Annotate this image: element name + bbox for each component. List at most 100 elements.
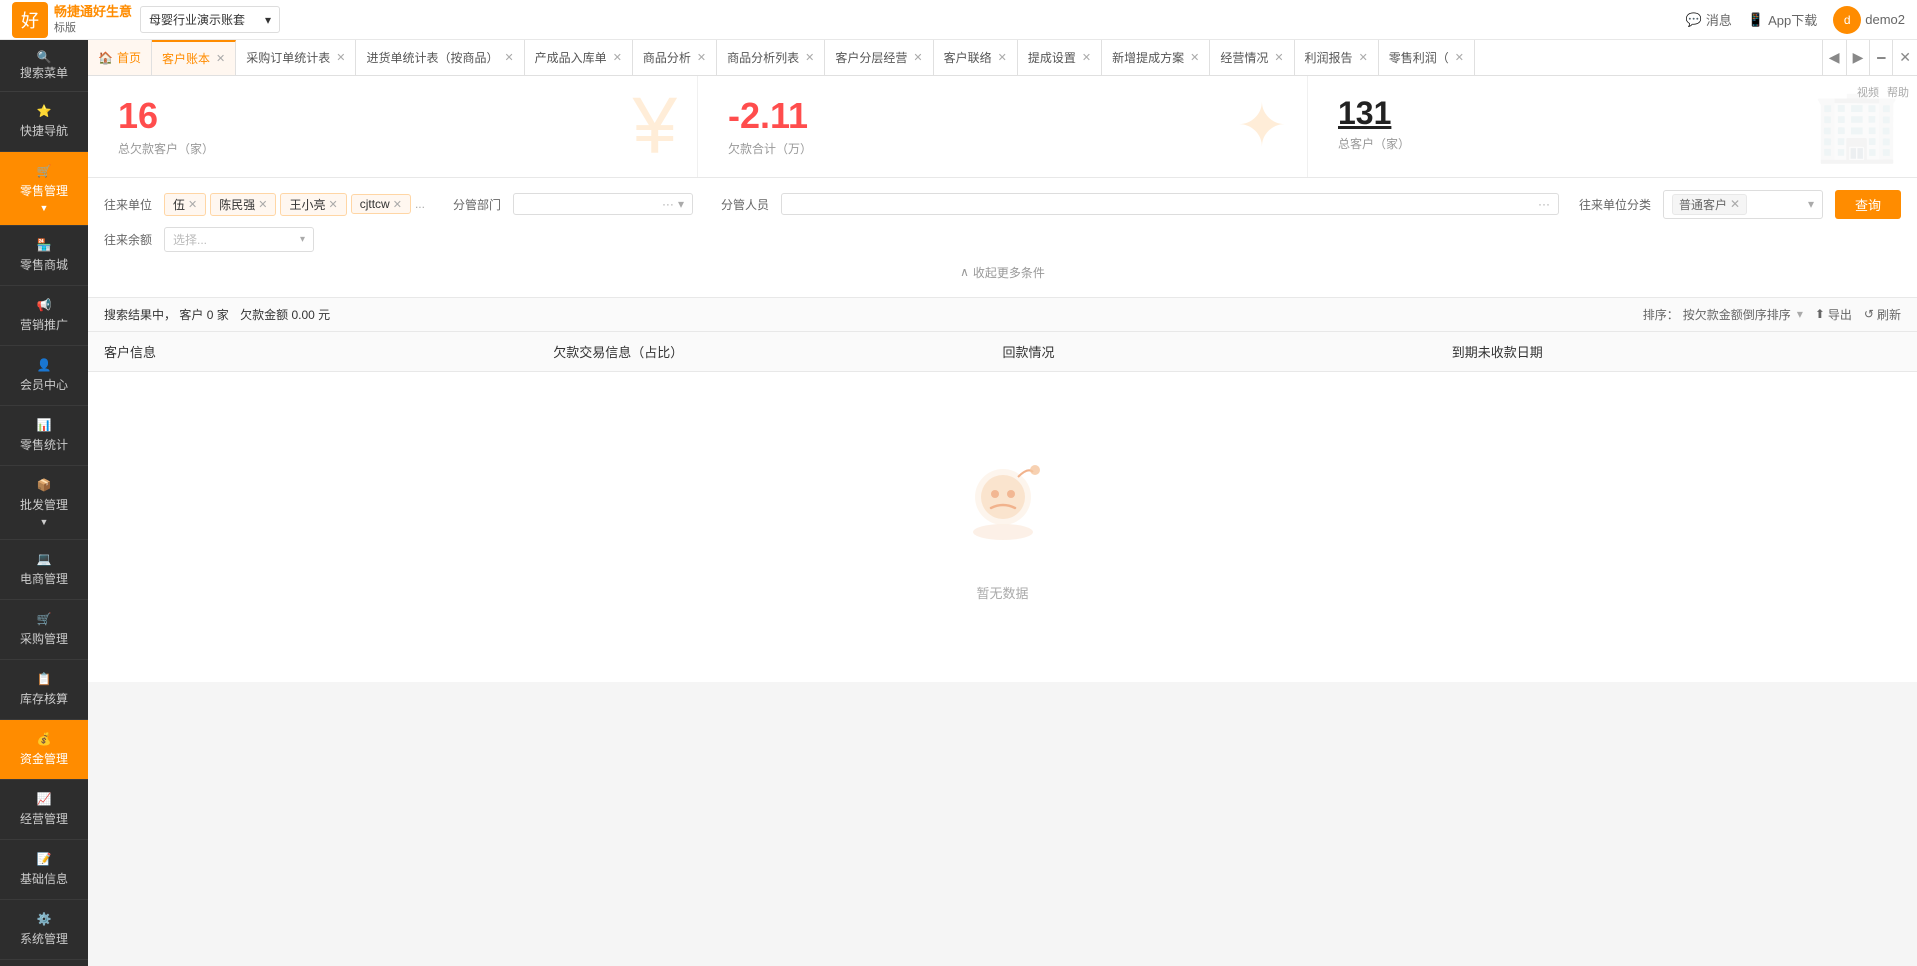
tab-customer-account[interactable]: 客户账本 ✕: [152, 40, 236, 76]
sidebar-item-capital[interactable]: 💰 资金管理: [0, 720, 88, 780]
query-button[interactable]: 查询: [1835, 190, 1901, 219]
tab-customer-contact[interactable]: 客户联络 ✕: [934, 40, 1018, 76]
filter-tag-cj: cjttcw ✕: [351, 194, 411, 214]
close-icon[interactable]: ✕: [613, 51, 622, 64]
dept-select[interactable]: ··· ▾: [513, 193, 693, 215]
unit-filter-label: 往来单位: [104, 196, 152, 213]
close-icon[interactable]: ✕: [1190, 51, 1199, 64]
tab-home[interactable]: 🏠 首页: [88, 40, 152, 76]
refresh-icon: ↺: [1864, 307, 1874, 321]
result-info: 搜索结果中， 客户 0 家 欠款金额 0.00 元: [104, 306, 330, 323]
close-icon[interactable]: ✕: [1274, 51, 1283, 64]
tab-product-analysis-list[interactable]: 商品分析列表 ✕: [717, 40, 825, 76]
stat-card-debt-total: ✦ -2.11 欠款合计（万）: [698, 76, 1308, 177]
close-icon[interactable]: ✕: [913, 51, 922, 64]
tab-operation-status[interactable]: 经营情况 ✕: [1210, 40, 1294, 76]
sort-select[interactable]: 排序： 按欠款金额倒序排序 ▾: [1643, 306, 1803, 323]
close-icon[interactable]: ✕: [504, 51, 513, 64]
balance-select[interactable]: 选择... ▾: [164, 227, 314, 252]
sidebar-item-enterprise-collab[interactable]: 🤝 企业协同: [0, 960, 88, 966]
close-icon[interactable]: ✕: [998, 51, 1007, 64]
tab-stock-stats[interactable]: 进货单统计表（按商品） ✕: [356, 40, 524, 76]
tab-next-button[interactable]: ▶: [1846, 40, 1870, 76]
sidebar-item-inventory[interactable]: 📋 库存核算: [0, 660, 88, 720]
close-icon[interactable]: ✕: [336, 51, 345, 64]
avatar: d: [1833, 6, 1861, 34]
sidebar-item-retail-mall[interactable]: 🏪 零售商城: [0, 226, 88, 286]
remove-tag-wang[interactable]: ✕: [329, 198, 338, 211]
message-icon: 💬: [1686, 12, 1702, 28]
unit-type-arrow: ▾: [1808, 197, 1814, 211]
close-icon[interactable]: ✕: [697, 51, 706, 64]
sidebar-item-system[interactable]: ⚙️ 系统管理: [0, 900, 88, 960]
export-button[interactable]: ⬆ 导出: [1815, 306, 1852, 323]
close-icon[interactable]: ✕: [1359, 51, 1368, 64]
stat-value-debtors: 16: [118, 96, 158, 136]
close-icon[interactable]: ✕: [805, 51, 814, 64]
app-download-button[interactable]: 📱 App下载: [1748, 10, 1817, 29]
tab-profit-report[interactable]: 利润报告 ✕: [1295, 40, 1379, 76]
video-link[interactable]: 视频: [1857, 84, 1879, 100]
more-tags-button[interactable]: ...: [415, 197, 425, 211]
table-col-repay: 回款情况: [1003, 342, 1452, 361]
filter-tags-unit: 伍 ✕ 陈民强 ✕ 王小亮 ✕ cjttcw ✕: [164, 193, 425, 216]
sidebar-item-ecommerce[interactable]: 💻 电商管理: [0, 540, 88, 600]
close-icon[interactable]: ✕: [1082, 51, 1091, 64]
messages-button[interactable]: 💬 消息: [1686, 10, 1732, 29]
help-link[interactable]: 帮助: [1887, 84, 1909, 100]
unit-type-tag: 普通客户 ✕: [1672, 194, 1747, 215]
mall-icon: 🏪: [37, 238, 52, 252]
collapse-button[interactable]: ∧ 收起更多条件: [104, 260, 1901, 285]
tab-new-raise-plan[interactable]: 新增提成方案 ✕: [1102, 40, 1210, 76]
topbar: 好 畅捷通好生意 标版 母婴行业演示账套 ▾ 💬 消息 📱 App下载 d de…: [0, 0, 1917, 40]
unit-type-select[interactable]: 普通客户 ✕ ▾: [1663, 190, 1823, 219]
person-select[interactable]: ···: [781, 193, 1559, 215]
filter-area: 往来单位 伍 ✕ 陈民强 ✕ 王小亮 ✕: [88, 178, 1917, 298]
topbar-left: 好 畅捷通好生意 标版 母婴行业演示账套 ▾: [12, 2, 280, 38]
sort-arrow-icon: ▾: [1797, 307, 1803, 321]
sidebar-search[interactable]: 🔍 搜索菜单: [0, 40, 88, 92]
user-avatar[interactable]: d demo2: [1833, 6, 1905, 34]
tab-minimize-button[interactable]: 🗕: [1869, 40, 1892, 76]
tab-close-all-button[interactable]: ✕: [1892, 40, 1917, 76]
close-icon[interactable]: ✕: [1455, 51, 1464, 64]
close-icon[interactable]: ✕: [216, 52, 225, 65]
table-area: 客户信息 欠款交易信息（占比） 回款情况 到期未收款日期: [88, 332, 1917, 682]
logo-area: 好 畅捷通好生意 标版: [12, 2, 132, 38]
filter-row-1: 往来单位 伍 ✕ 陈民强 ✕ 王小亮 ✕: [104, 190, 1901, 219]
tab-raise-settings[interactable]: 提成设置 ✕: [1018, 40, 1102, 76]
sidebar-item-marketing[interactable]: 📢 营销推广: [0, 286, 88, 346]
remove-unit-type[interactable]: ✕: [1730, 197, 1740, 211]
refresh-button[interactable]: ↺ 刷新: [1864, 306, 1901, 323]
tab-prev-button[interactable]: ◀: [1822, 40, 1846, 76]
workspace-select[interactable]: 母婴行业演示账套 ▾: [140, 6, 280, 33]
sidebar-item-retail-mgmt[interactable]: 🛒 零售管理 ▼: [0, 152, 88, 226]
sidebar-item-retail-stats[interactable]: 📊 零售统计: [0, 406, 88, 466]
sidebar-item-member[interactable]: 👤 会员中心: [0, 346, 88, 406]
stats-row: ¥ 16 总欠款客户（家） ✦ -2.11 欠款合计（万） 🏢 131 总客户（…: [88, 76, 1917, 178]
sidebar-item-quick-nav[interactable]: ⭐ 快捷导航: [0, 92, 88, 152]
remove-tag-cj[interactable]: ✕: [393, 198, 402, 211]
tab-product-purchase[interactable]: 产成品入库单 ✕: [525, 40, 633, 76]
filter-tag-wu: 伍 ✕: [164, 193, 206, 216]
tab-purchase-order[interactable]: 采购订单统计表 ✕: [236, 40, 356, 76]
chevron-down-icon: ▾: [265, 13, 271, 27]
arrow-icon: ▼: [40, 203, 49, 213]
sidebar-item-purchase[interactable]: 🛒 采购管理: [0, 600, 88, 660]
sidebar-item-wholesale[interactable]: 📦 批发管理 ▼: [0, 466, 88, 540]
stat-help-actions: 视频 帮助: [1857, 84, 1909, 100]
dept-filter-label: 分管部门: [453, 196, 501, 213]
tab-customer-tier[interactable]: 客户分层经营 ✕: [825, 40, 933, 76]
stat-label-customers: 总客户（家）: [1338, 135, 1410, 152]
logo-text: 畅捷通好生意 标版: [54, 4, 132, 35]
tab-product-analysis[interactable]: 商品分析 ✕: [633, 40, 717, 76]
sidebar-item-operation[interactable]: 📈 经营管理: [0, 780, 88, 840]
sidebar-item-basic-info[interactable]: 📝 基础信息: [0, 840, 88, 900]
result-bar: 搜索结果中， 客户 0 家 欠款金额 0.00 元 排序： 按欠款金额倒序排序 …: [88, 298, 1917, 332]
remove-tag-chen[interactable]: ✕: [258, 198, 267, 211]
remove-tag-wu[interactable]: ✕: [188, 198, 197, 211]
dept-more-icon: ···: [662, 197, 674, 211]
tab-retail-profit[interactable]: 零售利润（ ✕: [1379, 40, 1475, 76]
basic-icon: 📝: [37, 852, 52, 866]
stat-value-customers: 131: [1338, 96, 1391, 131]
